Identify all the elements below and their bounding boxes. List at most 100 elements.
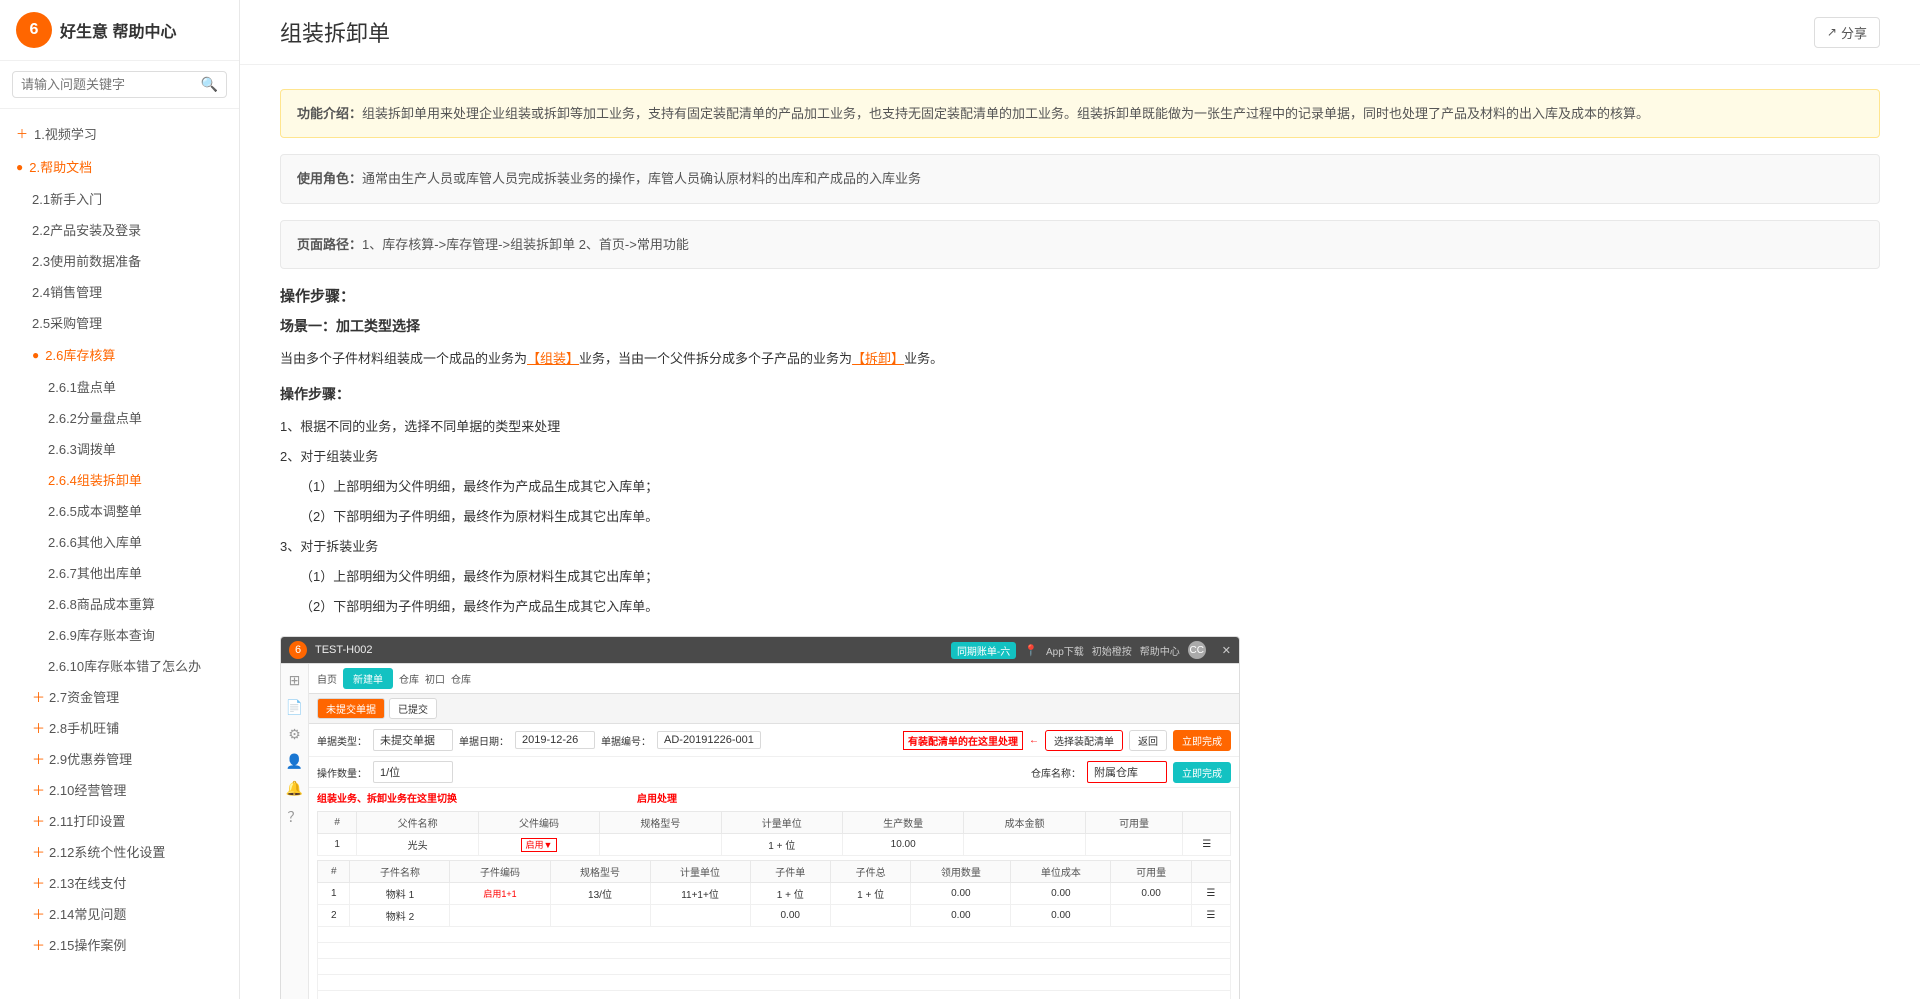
nav-sub-2.2[interactable]: 2.2产品安装及登录	[0, 214, 239, 245]
ops-steps-heading: 操作步骤：	[280, 384, 1880, 404]
mock-col-seq: #	[318, 812, 357, 834]
logo-icon: 6	[16, 12, 52, 48]
mock-col-subspec: 规格型号	[550, 861, 650, 883]
nav-section-docs: ● 2.帮助文档 2.1新手入门 2.2产品安装及登录 2.3使用前数据准备 2…	[0, 150, 239, 960]
ops-steps: 1、根据不同的业务，选择不同单据的类型来处理 2、对于组装业务 （1）上部明细为…	[280, 414, 1880, 620]
nav-sub-2.5[interactable]: 2.5采购管理	[0, 307, 239, 338]
nav-sub-2.6.1[interactable]: 2.6.1盘点单	[0, 371, 239, 402]
nav-sub-2.6.5[interactable]: 2.6.5成本调整单	[0, 495, 239, 526]
mock-qty-label: 操作数量：	[317, 765, 367, 780]
step2b: （2）下部明细为子件明细，最终作为原材料生成其它出库单。	[280, 504, 1880, 530]
mock-main: 自页 新建单 仓库 初口 仓库 未提交单据 已提交 单据类型： 未提交单	[309, 664, 1239, 999]
search-box: 🔍	[0, 61, 239, 109]
nav-sub-2.10[interactable]: ＋2.10经营管理	[0, 774, 239, 805]
mock-lower-table: # 子件名称 子件编码 规格型号 计量单位 子件单 子件总 领用数量 单位成本	[317, 860, 1231, 999]
intro-label: 功能介绍：	[297, 106, 362, 121]
nav-sub-2.11[interactable]: ＋2.11打印设置	[0, 805, 239, 836]
mock-col-usage: 领用数量	[911, 861, 1011, 883]
nav-item-video[interactable]: ＋ 1.视频学习	[0, 117, 239, 150]
mock-col-unit: 计量单位	[721, 812, 842, 834]
minus-icon: ●	[16, 160, 23, 174]
path-box: 页面路径：1、库存核算->库存管理->组装拆卸单 2、首页->常用功能	[280, 220, 1880, 269]
link-chaijie[interactable]: 【拆卸】	[852, 351, 904, 366]
mock-avatar: CC	[1188, 641, 1206, 659]
nav-item-2.6[interactable]: ● 2.6库存核算	[0, 338, 239, 371]
nav-sub-2.14[interactable]: ＋2.14常见问题	[0, 898, 239, 929]
nav-tree: ＋ 1.视频学习 ● 2.帮助文档 2.1新手入门 2.2产品安装及登录 2.3…	[0, 109, 239, 999]
mock-tabs: 自页 新建单 仓库 初口 仓库	[309, 664, 1239, 694]
mock-col-avail: 可用量	[1085, 812, 1183, 834]
nav-sub-2.8[interactable]: ＋2.8手机旺铺	[0, 712, 239, 743]
nav-item-docs-label: 2.帮助文档	[29, 157, 92, 176]
mock-user-icon: 👤	[286, 753, 303, 770]
mock-qty-val: 1/位	[373, 761, 453, 783]
nav-sub-2.15[interactable]: ＋2.15操作案例	[0, 929, 239, 960]
mock-btn-undo: 返回	[1129, 730, 1167, 751]
nav-sub-2.4[interactable]: 2.4销售管理	[0, 276, 239, 307]
mock-settings-icon: ⚙	[288, 726, 301, 743]
mock-col-subcode: 子件编码	[450, 861, 550, 883]
mock-doctype-val: 未提交单据	[373, 729, 453, 751]
mock-col-unitcost: 单位成本	[1011, 861, 1111, 883]
nav-item-docs[interactable]: ● 2.帮助文档	[0, 150, 239, 183]
nav-sub-2.9[interactable]: ＋2.9优惠券管理	[0, 743, 239, 774]
nav-sub-2.6.7[interactable]: 2.6.7其他出库单	[0, 557, 239, 588]
mock-warehouse-val: 附属仓库	[1087, 761, 1167, 783]
scene1-desc: 当由多个子件材料组装成一个成品的业务为【组装】业务，当由一个父件拆分成多个子产品…	[280, 346, 1880, 372]
search-input-wrap[interactable]: 🔍	[12, 71, 227, 98]
search-icon[interactable]: 🔍	[201, 76, 218, 93]
mock-col-cost: 成本金额	[964, 812, 1085, 834]
sidebar: 6 好生意 帮助中心 🔍 ＋ 1.视频学习 ● 2.帮助文档 2.1新手入门 2…	[0, 0, 240, 999]
nav-sub-2.6.9[interactable]: 2.6.9库存账本查询	[0, 619, 239, 650]
nav-sub-2.13[interactable]: ＋2.13在线支付	[0, 867, 239, 898]
nav-sub-2.1[interactable]: 2.1新手入门	[0, 183, 239, 214]
mock-col-subname: 子件名称	[350, 861, 450, 883]
nav-sub-2.6.4[interactable]: 2.6.4组装拆卸单	[0, 464, 239, 495]
nav-sub-2.6.10[interactable]: 2.6.10库存账本错了怎么办	[0, 650, 239, 681]
mock-fields-row1: 单据类型： 未提交单据 单据日期： 2019-12-26 单据编号： AD-20…	[309, 724, 1239, 757]
mock-col-subtotal: 子件总	[830, 861, 910, 883]
mock-col-partname: 父件名称	[357, 812, 478, 834]
mock-col-action2	[1191, 861, 1230, 883]
mock-app-id: TEST-H002	[315, 644, 372, 656]
mock-btn1: 同期账单-六	[951, 642, 1016, 659]
path-text: 1、库存核算->库存管理->组装拆卸单 2、首页->常用功能	[362, 237, 689, 252]
step3: 3、对于拆装业务	[280, 534, 1880, 560]
mock-home-icon: ⊞	[289, 672, 301, 689]
mock-layout: ⊞ 📄 ⚙ 👤 🔔 ？ 自页 新建单 仓库 初口 仓库	[281, 664, 1239, 999]
role-text: 通常由生产人员或库管人员完成拆装业务的操作，库管人员确认原材料的出库和产成品的入…	[362, 171, 921, 186]
mock-lower-row2: 2 物料 2 0.00 0.00 0.00	[318, 905, 1231, 927]
link-zuzhuang[interactable]: 【组装】	[527, 351, 579, 366]
mock-col-action	[1183, 812, 1231, 834]
step3a: （1）上部明细为父件明细，最终作为原材料生成其它出库单；	[280, 564, 1880, 590]
nav-sub-2.6.6[interactable]: 2.6.6其他入库单	[0, 526, 239, 557]
mock-col-subsingle: 子件单	[750, 861, 830, 883]
nav-sub-2.3[interactable]: 2.3使用前数据准备	[0, 245, 239, 276]
role-label: 使用角色：	[297, 171, 362, 186]
share-icon: ↗	[1827, 25, 1837, 39]
mock-col-prodqty: 生产数量	[842, 812, 963, 834]
nav-sub-2.12[interactable]: ＋2.12系统个性化设置	[0, 836, 239, 867]
main-header: 组装拆卸单 ↗ 分享	[240, 0, 1920, 65]
nav-item-2.6-label: 2.6库存核算	[45, 345, 115, 364]
mock-tab-store: 仓库	[399, 671, 419, 686]
search-input[interactable]	[21, 77, 201, 92]
mock-col-spec: 规格型号	[600, 812, 721, 834]
ops-heading: 操作步骤：	[280, 285, 1880, 306]
mock-doc-icon: 📄	[286, 699, 303, 716]
mock-date-label: 单据日期：	[459, 733, 509, 748]
mock-warehouse-label: 仓库名称：	[1031, 765, 1081, 780]
mock-docno-label: 单据编号：	[601, 733, 651, 748]
mock-filter2: 已提交	[389, 698, 437, 719]
mock-lower-row4	[318, 943, 1231, 959]
nav-sub-2.6.3[interactable]: 2.6.3调拨单	[0, 433, 239, 464]
mock-arrow1: ←	[1029, 735, 1039, 746]
nav-sub-2.7[interactable]: ＋2.7资金管理	[0, 681, 239, 712]
mock-lower-row3	[318, 927, 1231, 943]
content-area: 功能介绍：组装拆卸单用来处理企业组装或拆卸等加工业务，支持有固定装配清单的产品加…	[240, 65, 1920, 999]
minus-icon-2.6: ●	[32, 348, 39, 362]
nav-sub-2.6.2[interactable]: 2.6.2分量盘点单	[0, 402, 239, 433]
nav-sub-2.6.8[interactable]: 2.6.8商品成本重算	[0, 588, 239, 619]
share-button[interactable]: ↗ 分享	[1814, 17, 1880, 48]
mock-tab-new: 新建单	[343, 668, 393, 689]
